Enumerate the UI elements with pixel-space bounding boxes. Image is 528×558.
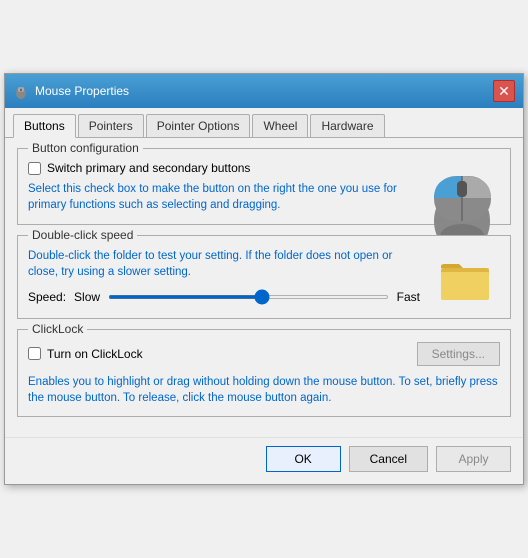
window-title: Mouse Properties [35,84,129,98]
speed-fast-label: Fast [397,290,420,304]
clicklock-section: ClickLock Turn on ClickLock Settings... … [17,329,511,417]
mouse-properties-window: Mouse Properties ✕ Buttons Pointers Poin… [4,73,524,484]
settings-button[interactable]: Settings... [417,342,500,366]
content-area: Button configuration Switch primary and … [5,138,523,436]
tab-hardware[interactable]: Hardware [310,114,384,137]
speed-slider[interactable] [108,295,389,299]
apply-button[interactable]: Apply [436,446,511,472]
button-config-body: Switch primary and secondary buttons Sel… [28,161,500,213]
mouse-icon [13,83,29,99]
speed-slider-wrapper [108,295,389,299]
double-click-left: Double-click the folder to test your set… [28,248,420,304]
clicklock-description: Enables you to highlight or drag without… [28,374,500,406]
title-bar-left: Mouse Properties [13,83,129,99]
double-click-right [430,248,500,308]
switch-buttons-checkbox[interactable] [28,162,41,175]
clicklock-title: ClickLock [28,322,87,336]
primary-secondary-checkbox-row: Switch primary and secondary buttons [28,161,410,175]
close-button[interactable]: ✕ [493,80,515,102]
switch-buttons-label: Switch primary and secondary buttons [47,161,250,175]
double-click-body: Double-click the folder to test your set… [28,248,500,308]
button-config-section: Button configuration Switch primary and … [17,148,511,224]
clicklock-label: Turn on ClickLock [47,347,143,361]
clicklock-left: Turn on ClickLock [28,347,409,361]
tab-buttons[interactable]: Buttons [13,114,76,138]
tab-pointers[interactable]: Pointers [78,114,144,137]
button-config-description: Select this check box to make the button… [28,181,410,213]
tab-bar: Buttons Pointers Pointer Options Wheel H… [5,108,523,138]
tab-wheel[interactable]: Wheel [252,114,308,137]
speed-row: Speed: Slow Fast [28,290,420,304]
double-click-section: Double-click speed Double-click the fold… [17,235,511,319]
clicklock-inner: Turn on ClickLock Settings... [28,342,500,366]
clicklock-body: Turn on ClickLock Settings... Enables yo… [28,342,500,406]
double-click-title: Double-click speed [28,228,137,242]
speed-label: Speed: [28,290,66,304]
double-click-description: Double-click the folder to test your set… [28,248,420,280]
tab-pointer-options[interactable]: Pointer Options [146,114,251,137]
speed-slow-label: Slow [74,290,100,304]
button-config-title: Button configuration [28,141,143,155]
bottom-bar: OK Cancel Apply [5,437,523,484]
ok-button[interactable]: OK [266,446,341,472]
folder-icon [439,254,491,302]
cancel-button[interactable]: Cancel [349,446,428,472]
clicklock-checkbox[interactable] [28,347,41,360]
title-bar: Mouse Properties ✕ [5,74,523,108]
